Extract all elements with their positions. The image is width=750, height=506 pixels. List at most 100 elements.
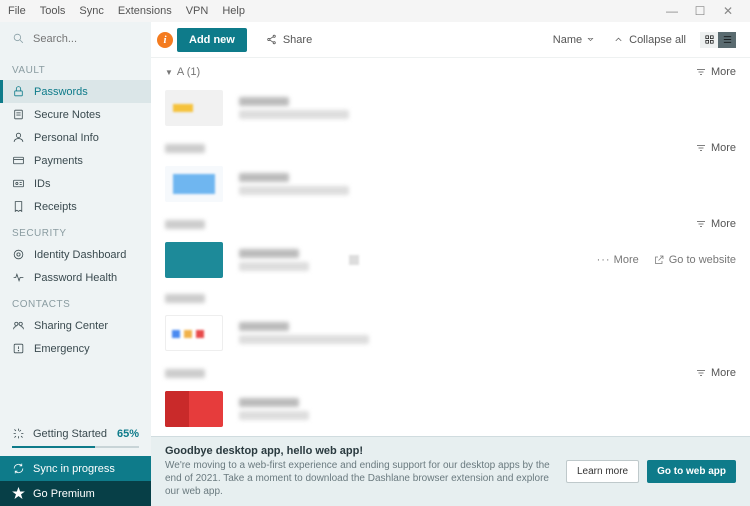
menu-help[interactable]: Help xyxy=(222,5,245,17)
sidebar-item-ids[interactable]: IDs xyxy=(0,172,151,195)
share-label: Share xyxy=(283,34,312,46)
group-label-blurred xyxy=(165,220,205,229)
sidebar-item-emergency[interactable]: Emergency xyxy=(0,337,151,360)
security-section-label: SECURITY xyxy=(0,218,151,243)
collapse-icon xyxy=(613,34,624,45)
window-close[interactable]: ✕ xyxy=(714,4,742,18)
group-header[interactable]: More xyxy=(165,216,736,236)
more-label: More xyxy=(711,66,736,78)
sidebar-item-label: Payments xyxy=(34,155,83,167)
menu-vpn[interactable]: VPN xyxy=(186,5,209,17)
go-premium[interactable]: Go Premium xyxy=(0,481,151,506)
window-maximize[interactable]: ☐ xyxy=(686,4,714,18)
grid-icon xyxy=(704,34,715,45)
sidebar-item-label: Emergency xyxy=(34,343,90,355)
sync-label: Sync in progress xyxy=(33,463,115,475)
pulse-icon xyxy=(12,271,25,284)
menu-sync[interactable]: Sync xyxy=(79,5,103,17)
contacts-section-label: CONTACTS xyxy=(0,289,151,314)
sidebar-item-label: Password Health xyxy=(34,272,117,284)
password-entry[interactable] xyxy=(165,385,736,441)
collapse-all-button[interactable]: Collapse all xyxy=(613,34,686,46)
go-to-website-button[interactable]: Go to website xyxy=(653,254,736,266)
sidebar-item-label: Sharing Center xyxy=(34,320,108,332)
view-grid-button[interactable] xyxy=(700,32,718,48)
getting-started-percent: 65% xyxy=(117,428,139,440)
password-entry[interactable]: ··· More Go to website xyxy=(165,236,736,292)
go-website-label: Go to website xyxy=(669,254,736,266)
search-input[interactable] xyxy=(33,33,123,45)
group-more[interactable]: More xyxy=(695,66,736,78)
more-label: More xyxy=(711,367,736,379)
search-row[interactable] xyxy=(0,22,151,55)
premium-label: Go Premium xyxy=(33,488,95,500)
sidebar-item-payments[interactable]: Payments xyxy=(0,149,151,172)
entry-more-button[interactable]: ··· More xyxy=(597,254,639,266)
sidebar-item-label: IDs xyxy=(34,178,51,190)
menubar: File Tools Sync Extensions VPN Help — ☐ … xyxy=(0,0,750,22)
menu-extensions[interactable]: Extensions xyxy=(118,5,172,17)
filter-icon xyxy=(695,218,707,230)
view-toggle xyxy=(700,32,736,48)
entry-subtitle xyxy=(239,186,349,195)
password-entry[interactable] xyxy=(165,160,736,216)
group-more[interactable]: More xyxy=(695,142,736,154)
group-label: A (1) xyxy=(177,66,200,78)
sync-icon xyxy=(12,462,25,475)
password-entry[interactable] xyxy=(165,309,736,365)
window-minimize[interactable]: — xyxy=(658,4,686,18)
learn-more-button[interactable]: Learn more xyxy=(566,460,639,483)
alert-icon xyxy=(12,342,25,355)
sidebar-item-password-health[interactable]: Password Health xyxy=(0,266,151,289)
group-header-a[interactable]: ▼ A (1) More xyxy=(165,64,736,84)
sidebar-item-personal-info[interactable]: Personal Info xyxy=(0,126,151,149)
sparkle-icon xyxy=(12,427,25,440)
group-header[interactable]: More xyxy=(165,140,736,160)
go-to-web-app-button[interactable]: Go to web app xyxy=(647,460,736,483)
group-header[interactable] xyxy=(165,292,736,309)
share-icon xyxy=(265,33,278,46)
menu-file[interactable]: File xyxy=(8,5,26,17)
share-button[interactable]: Share xyxy=(265,33,312,46)
filter-icon xyxy=(695,142,707,154)
sidebar-item-sharing-center[interactable]: Sharing Center xyxy=(0,314,151,337)
chevron-down-icon xyxy=(586,35,595,44)
sync-status[interactable]: Sync in progress xyxy=(0,456,151,481)
chevron-down-icon: ▼ xyxy=(165,68,173,77)
group-header[interactable]: More xyxy=(165,365,736,385)
group-more[interactable]: More xyxy=(695,367,736,379)
group-label-blurred xyxy=(165,369,205,378)
external-link-icon xyxy=(653,254,665,266)
sidebar-item-identity-dashboard[interactable]: Identity Dashboard xyxy=(0,243,151,266)
more-label: More xyxy=(711,142,736,154)
entry-thumbnail xyxy=(165,315,223,351)
menu-tools[interactable]: Tools xyxy=(40,5,66,17)
sidebar-item-passwords[interactable]: Passwords xyxy=(0,80,151,103)
id-icon xyxy=(12,177,25,190)
password-entry[interactable] xyxy=(165,84,736,140)
group-more[interactable]: More xyxy=(695,218,736,230)
entry-title xyxy=(239,322,289,331)
getting-started-label: Getting Started xyxy=(33,428,107,440)
sidebar-item-label: Passwords xyxy=(34,86,88,98)
add-new-button[interactable]: Add new xyxy=(177,28,247,52)
getting-started-progress xyxy=(12,446,139,448)
view-list-button[interactable] xyxy=(718,32,736,48)
search-icon xyxy=(12,32,25,45)
dots-icon: ··· xyxy=(597,254,611,266)
getting-started[interactable]: Getting Started 65% xyxy=(0,419,151,444)
entry-title xyxy=(239,173,289,182)
collapse-label: Collapse all xyxy=(629,34,686,46)
sidebar-item-receipts[interactable]: Receipts xyxy=(0,195,151,218)
migration-banner: Goodbye desktop app, hello web app! We'r… xyxy=(151,436,750,506)
main-panel: i Add new Share Name Collapse all xyxy=(151,22,750,506)
entry-subtitle xyxy=(239,262,309,271)
people-icon xyxy=(12,319,25,332)
sort-dropdown[interactable]: Name xyxy=(553,34,595,46)
entry-thumbnail xyxy=(165,391,223,427)
card-icon xyxy=(12,154,25,167)
info-badge[interactable]: i xyxy=(157,32,173,48)
sidebar-item-secure-notes[interactable]: Secure Notes xyxy=(0,103,151,126)
entry-badge xyxy=(349,255,359,265)
entry-thumbnail xyxy=(165,166,223,202)
